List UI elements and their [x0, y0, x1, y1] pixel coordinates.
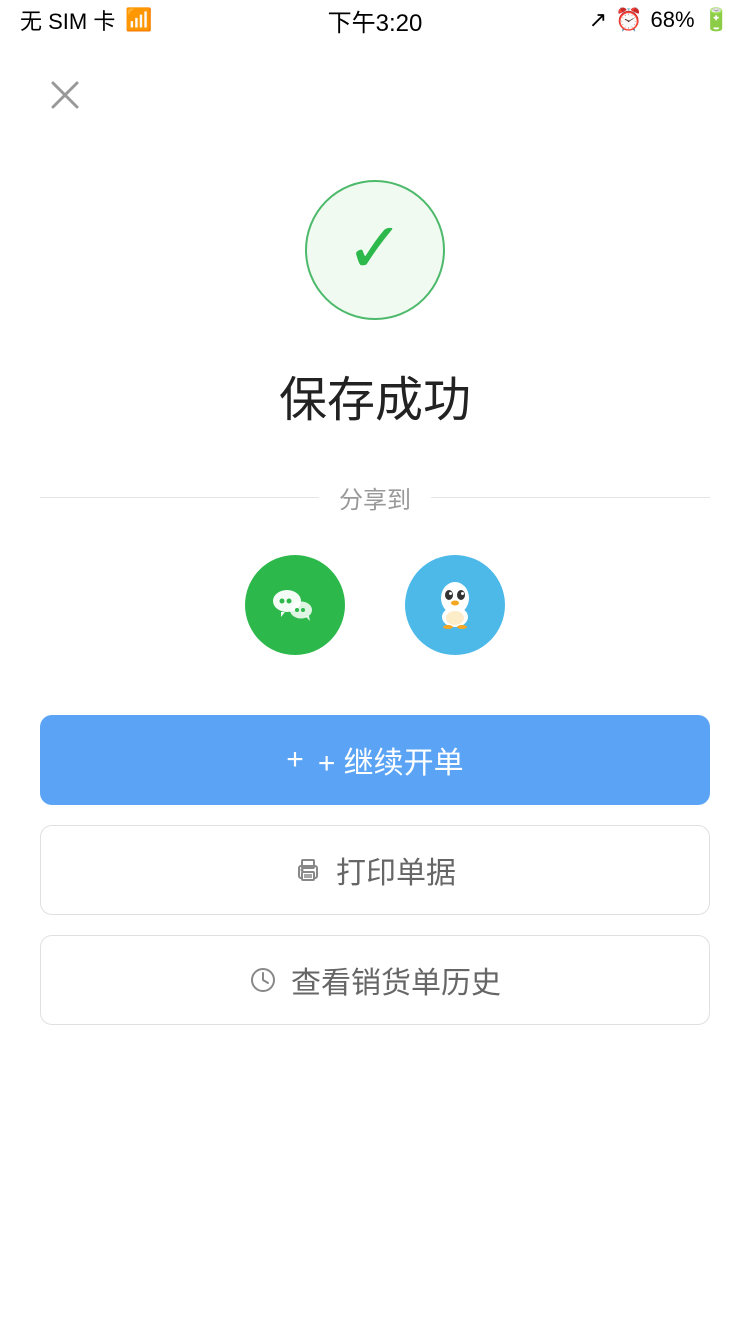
status-bar: 无 SIM 卡 📶 下午3:20 ↗ ⏰ 68% 🔋 — [0, 0, 750, 40]
battery-icon: 🔋 — [703, 7, 730, 33]
print-label: 打印单据 — [336, 848, 456, 892]
divider-left — [40, 497, 319, 498]
divider-right — [431, 497, 710, 498]
location-icon: ↗ — [589, 7, 607, 33]
share-icons — [245, 555, 505, 655]
history-label: 查看销货单历史 — [291, 958, 501, 1002]
wechat-share-button[interactable] — [245, 555, 345, 655]
status-right: ↗ ⏰ 68% 🔋 — [589, 7, 730, 33]
plus-icon: + — [286, 743, 304, 777]
qq-share-button[interactable] — [405, 555, 505, 655]
checkmark-icon: ✓ — [346, 213, 405, 283]
continue-button[interactable]: + + 继续开单 — [40, 715, 710, 805]
alarm-icon: ⏰ — [615, 7, 642, 33]
close-icon — [49, 79, 81, 111]
qq-icon — [425, 575, 485, 635]
print-button[interactable]: 打印单据 — [40, 825, 710, 915]
share-divider: 分享到 — [40, 480, 710, 515]
status-time: 下午3:20 — [328, 3, 423, 38]
status-left: 无 SIM 卡 📶 — [20, 4, 153, 36]
action-buttons: + + 继续开单 打印单据 查看销货单历史 — [40, 715, 710, 1025]
no-sim-label: 无 SIM 卡 — [20, 4, 115, 36]
wechat-icon — [265, 575, 325, 635]
main-content: ✓ 保存成功 分享到 — [0, 120, 750, 1334]
history-icon — [249, 966, 277, 994]
wifi-icon: 📶 — [125, 7, 152, 33]
print-icon — [294, 856, 322, 884]
battery-label: 68% — [651, 7, 695, 33]
success-circle: ✓ — [305, 180, 445, 320]
history-button[interactable]: 查看销货单历史 — [40, 935, 710, 1025]
continue-label: + 继续开单 — [318, 738, 464, 782]
share-label: 分享到 — [339, 480, 411, 515]
success-title: 保存成功 — [279, 360, 471, 430]
close-button[interactable] — [40, 70, 90, 120]
